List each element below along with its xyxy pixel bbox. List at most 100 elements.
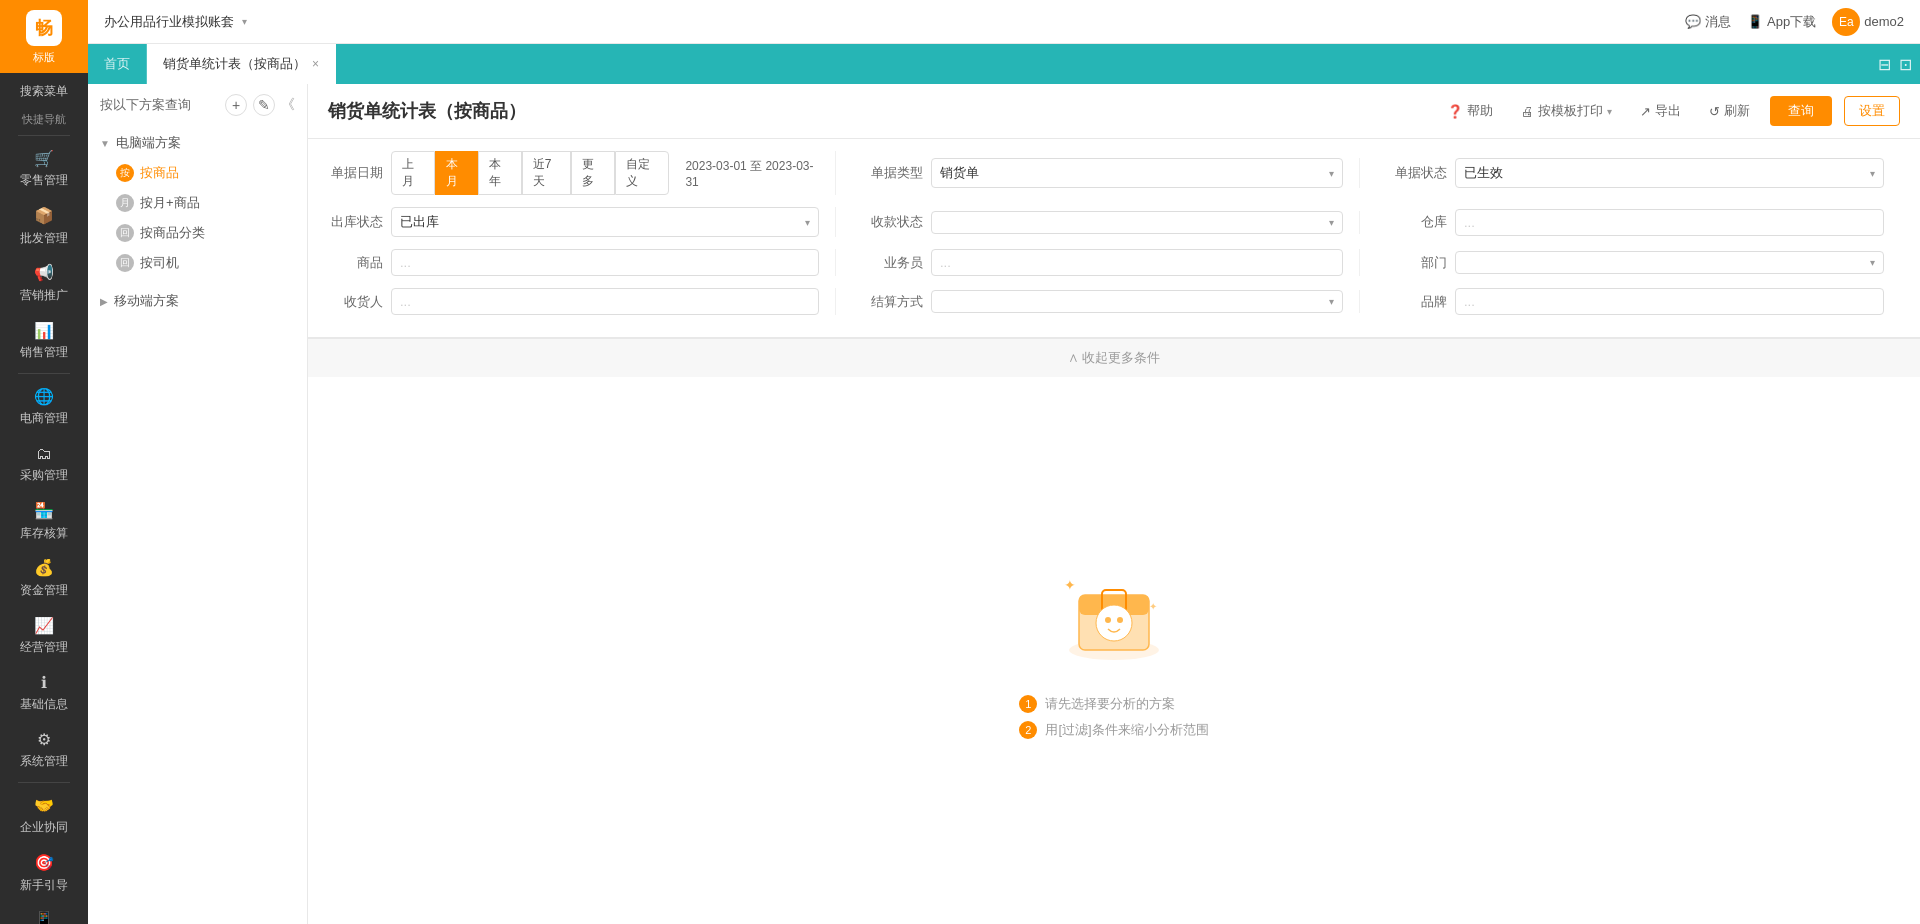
filter-row-3: 商品 ... 业务员 ... <box>328 249 1900 276</box>
dept-caret-icon: ▾ <box>1870 257 1875 268</box>
avatar[interactable]: Ea <box>1832 8 1860 36</box>
sidebar-item-enterprise[interactable]: 🤝 企业协同 <box>0 787 88 844</box>
sidebar-label-marketing: 营销推广 <box>20 287 68 304</box>
date-btn-7days[interactable]: 近7天 <box>522 151 572 195</box>
receiver-value-group: ... <box>391 288 819 315</box>
scheme-item-by-driver[interactable]: 回 按司机 <box>88 248 307 278</box>
sidebar-item-sales[interactable]: 📊 销售管理 <box>0 312 88 369</box>
sidebar-label-operations: 经营管理 <box>20 639 68 656</box>
edit-scheme-button[interactable]: ✎ <box>253 94 275 116</box>
salesperson-value-group: ... <box>931 249 1343 276</box>
sidebar-item-marketing[interactable]: 📢 营销推广 <box>0 254 88 311</box>
brand-label: 品牌 <box>1392 293 1447 311</box>
date-btn-custom[interactable]: 自定义 <box>615 151 669 195</box>
sidebar-item-operations[interactable]: 📈 经营管理 <box>0 607 88 664</box>
wholesale-icon: 📦 <box>34 205 54 227</box>
industry-dropdown-icon[interactable]: ▾ <box>242 16 247 27</box>
receiver-input[interactable]: ... <box>391 288 819 315</box>
add-scheme-button[interactable]: + <box>225 94 247 116</box>
sidebar-item-basic[interactable]: ℹ 基础信息 <box>0 664 88 721</box>
app-download-button[interactable]: 📱 App下载 <box>1747 13 1816 31</box>
product-label: 商品 <box>328 254 383 272</box>
out-select[interactable]: 已出库 ▾ <box>391 207 819 237</box>
sidebar-divider <box>18 135 71 136</box>
scheme-item-by-month-product[interactable]: 月 按月+商品 <box>88 188 307 218</box>
scheme-item-by-product[interactable]: 按 按商品 <box>88 158 307 188</box>
procurement-icon: 🗂 <box>36 443 52 465</box>
sidebar-item-guide[interactable]: 🎯 新手引导 <box>0 844 88 901</box>
help-button[interactable]: ❓ 帮助 <box>1439 98 1501 124</box>
svg-point-6 <box>1117 617 1123 623</box>
salesperson-input[interactable]: ... <box>931 249 1343 276</box>
date-btn-this-year[interactable]: 本年 <box>478 151 522 195</box>
warehouse-input[interactable]: ... <box>1455 209 1884 236</box>
help-icon: ❓ <box>1447 104 1463 119</box>
sidebar-item-wholesale[interactable]: 📦 批发管理 <box>0 197 88 254</box>
user-menu[interactable]: Ea demo2 <box>1832 8 1904 36</box>
sidebar-item-procurement[interactable]: 🗂 采购管理 <box>0 435 88 492</box>
product-input[interactable]: ... <box>391 249 819 276</box>
sidebar-label-system: 系统管理 <box>20 753 68 770</box>
tab-sales-stat[interactable]: 销货单统计表（按商品） × <box>147 44 336 84</box>
sidebar-label-finance: 资金管理 <box>20 582 68 599</box>
date-label: 单据日期 <box>328 164 383 182</box>
marketing-icon: 📢 <box>34 262 54 284</box>
sidebar-label-ecommerce: 电商管理 <box>20 410 68 427</box>
settings-button[interactable]: 设置 <box>1844 96 1900 126</box>
refresh-button[interactable]: ↺ 刷新 <box>1701 98 1758 124</box>
scheme-group-mobile-title[interactable]: ▶ 移动端方案 <box>88 286 307 316</box>
minimize-button[interactable]: ⊟ <box>1878 55 1891 74</box>
receive-select[interactable]: ▾ <box>931 211 1343 234</box>
export-button[interactable]: ↗ 导出 <box>1632 98 1689 124</box>
date-btn-more[interactable]: 更多 <box>571 151 615 195</box>
sidebar-item-ecommerce[interactable]: 🌐 电商管理 <box>0 378 88 435</box>
status-select[interactable]: 已生效 ▾ <box>1455 158 1884 188</box>
collapse-panel-button[interactable]: 《 <box>281 96 295 114</box>
payment-select[interactable]: ▾ <box>931 290 1343 313</box>
industry-label: 办公用品行业模拟账套 <box>104 13 234 31</box>
tip-text-2: 用[过滤]条件来缩小分析范围 <box>1045 721 1208 739</box>
query-button[interactable]: 查询 <box>1770 96 1832 126</box>
dept-select[interactable]: ▾ <box>1455 251 1884 274</box>
sidebar-item-inventory[interactable]: 🏪 库存核算 <box>0 492 88 549</box>
print-dropdown-icon[interactable]: ▾ <box>1607 106 1612 117</box>
tab-home-label: 首页 <box>104 55 130 73</box>
scheme-item-by-category[interactable]: 回 按商品分类 <box>88 218 307 248</box>
page-title-row: 销货单统计表（按商品） ❓ 帮助 🖨 按模板打印 ▾ ↗ <box>328 96 1900 126</box>
sidebar-label-sales: 销售管理 <box>20 344 68 361</box>
page-title: 销货单统计表（按商品） <box>328 99 526 123</box>
collapse-more-button[interactable]: ∧ 收起更多条件 <box>308 338 1920 377</box>
product-dots: ... <box>400 255 411 270</box>
sidebar-item-system[interactable]: ⚙ 系统管理 <box>0 721 88 778</box>
operations-icon: 📈 <box>34 615 54 637</box>
brand-input[interactable]: ... <box>1455 288 1884 315</box>
sidebar-item-finance[interactable]: 💰 资金管理 <box>0 549 88 606</box>
filter-cell-brand: 品牌 ... <box>1376 288 1900 315</box>
quick-nav-item[interactable]: 快捷导航 <box>0 106 88 131</box>
scheme-label-month-product: 按月+商品 <box>140 194 200 212</box>
print-button[interactable]: 🖨 按模板打印 ▾ <box>1513 98 1620 124</box>
content-area: 按以下方案查询 + ✎ 《 ▼ 电脑端方案 按 按商品 月 <box>88 84 1920 924</box>
receiver-label: 收货人 <box>328 293 383 311</box>
search-menu-item[interactable]: 搜索菜单 <box>0 73 88 106</box>
enterprise-icon: 🤝 <box>34 795 54 817</box>
sidebar-logo[interactable]: 畅 标版 <box>0 0 88 73</box>
user-name-label: demo2 <box>1864 14 1904 29</box>
maximize-button[interactable]: ⊡ <box>1899 55 1912 74</box>
scheme-group-pc-title[interactable]: ▼ 电脑端方案 <box>88 128 307 158</box>
sidebar-item-appcenter[interactable]: 📱 应用中心 <box>0 901 88 924</box>
date-btn-this-month[interactable]: 本月 <box>435 151 479 195</box>
scheme-label-product: 按商品 <box>140 164 179 182</box>
filter-row-4: 收货人 ... 结算方式 ▾ <box>328 288 1900 315</box>
sidebar-label-procurement: 采购管理 <box>20 467 68 484</box>
sidebar-item-retail[interactable]: 🛒 零售管理 <box>0 140 88 197</box>
type-select[interactable]: 销货单 ▾ <box>931 158 1343 188</box>
filter-cell-product: 商品 ... <box>328 249 836 276</box>
tab-close-icon[interactable]: × <box>312 57 319 71</box>
tab-home[interactable]: 首页 <box>88 44 147 84</box>
system-icon: ⚙ <box>37 729 51 751</box>
mobile-group-arrow-icon: ▶ <box>100 296 108 307</box>
type-caret-icon: ▾ <box>1329 168 1334 179</box>
message-button[interactable]: 💬 消息 <box>1685 13 1731 31</box>
date-btn-last-month[interactable]: 上月 <box>391 151 435 195</box>
